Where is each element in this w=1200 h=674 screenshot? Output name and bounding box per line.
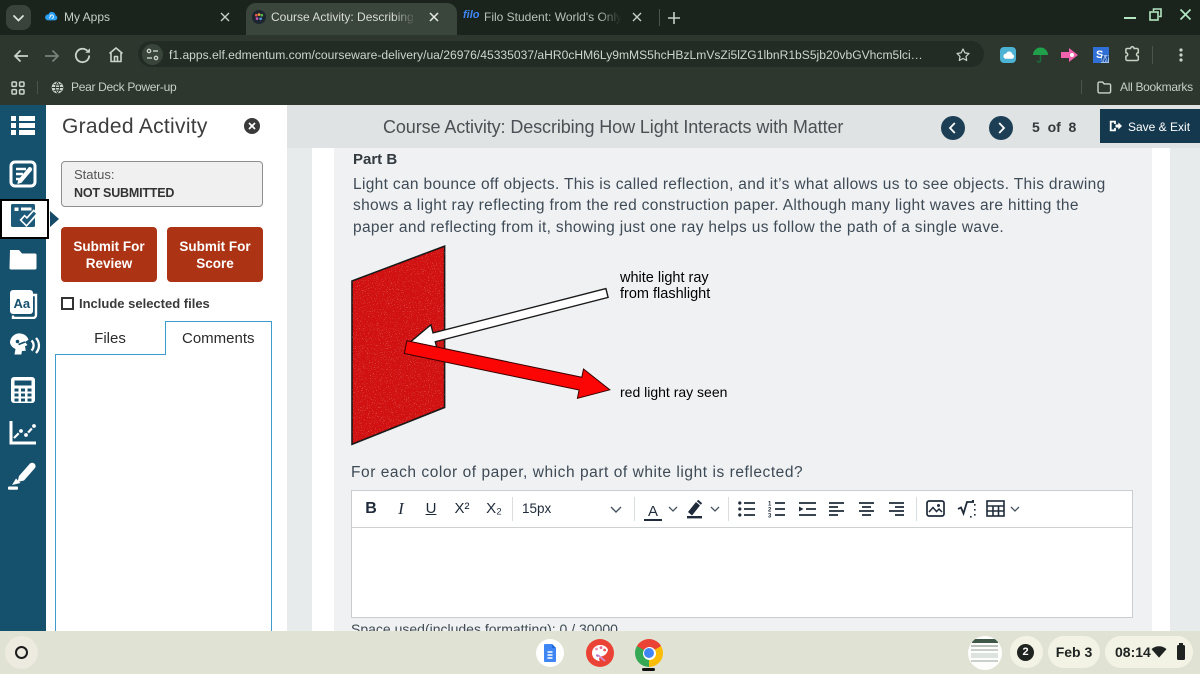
- svg-text:M: M: [1101, 54, 1109, 63]
- svg-text:white light ray: white light ray: [619, 270, 709, 286]
- svg-text:3: 3: [768, 514, 772, 519]
- svg-text:red light ray seen: red light ray seen: [620, 384, 727, 400]
- svg-text:from flashlight: from flashlight: [620, 286, 710, 302]
- svg-text:Aa: Aa: [14, 296, 31, 311]
